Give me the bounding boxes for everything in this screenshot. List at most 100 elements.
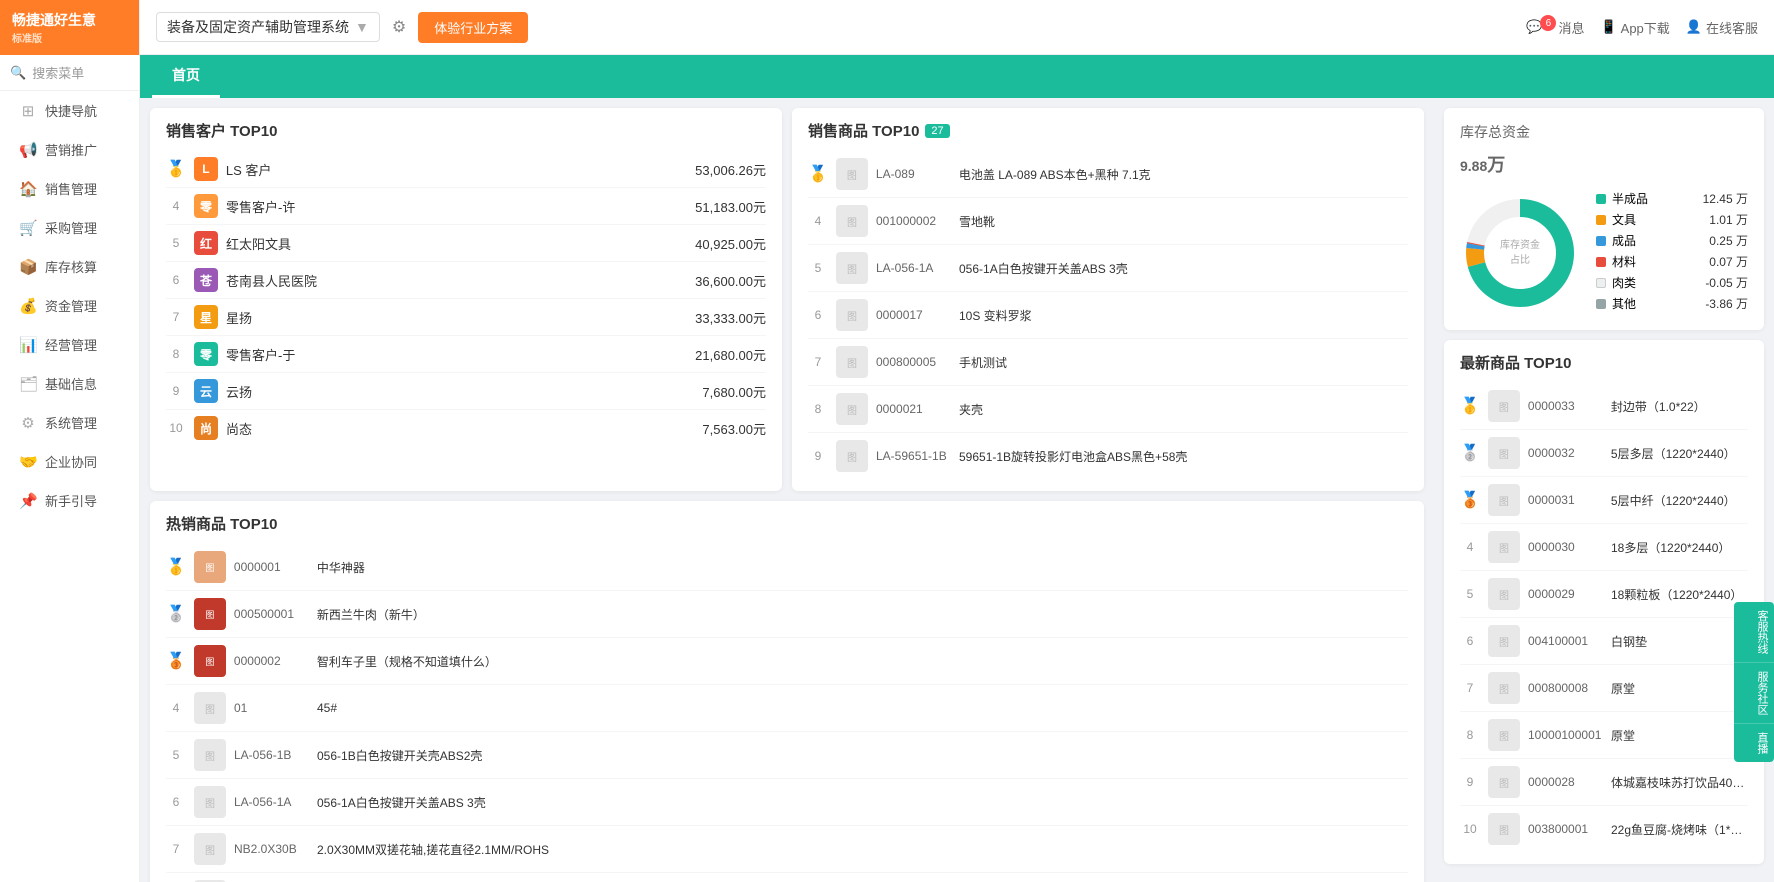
system-name-selector[interactable]: 装备及固定资产辅助管理系统 ▼ xyxy=(156,12,380,42)
sidebar-item-jichu[interactable]: 🗂 基础信息 xyxy=(0,364,139,403)
inventory-donut-chart: 库存资金 占比 xyxy=(1460,193,1580,313)
new-name-6: 白钢垫 xyxy=(1611,633,1748,650)
new-code-5: 0000029 xyxy=(1528,587,1603,601)
customer-row-8: 8 零 零售客户-于 21,680.00元 xyxy=(166,336,766,373)
sidebar-item-qiye[interactable]: 🤝 企业协同 xyxy=(0,442,139,481)
hot-row-3: 🥉 图 0000002 智利车子里（规格不知道填什么） xyxy=(166,638,1408,685)
sidebar-item-xiaoshou[interactable]: 🏠 销售管理 xyxy=(0,169,139,208)
legend-value-chengp: 0.25 万 xyxy=(1693,232,1748,249)
float-btn-live[interactable]: 直播 xyxy=(1734,724,1774,762)
new-rank-6: 6 xyxy=(1460,634,1480,648)
customer-name-4: 零售客户-许 xyxy=(226,197,687,216)
new-name-3: 5层中纤（1220*2440） xyxy=(1611,492,1748,509)
hot-name-4: 45# xyxy=(317,701,1408,715)
online-service[interactable]: 👤 在线客服 xyxy=(1686,18,1758,37)
float-btn-service[interactable]: 客服热线 xyxy=(1734,602,1774,663)
new-code-2: 0000032 xyxy=(1528,446,1603,460)
sidebar-item-xitong[interactable]: ⚙ 系统管理 xyxy=(0,403,139,442)
hot-name-6: 056-1A白色按键开关盖ABS 3壳 xyxy=(317,794,1408,811)
sidebar-label-xitong: 系统管理 xyxy=(45,413,97,432)
rank-7: 7 xyxy=(166,310,186,324)
customer-amount-1: 53,006.26元 xyxy=(695,160,766,179)
customer-name-7: 星扬 xyxy=(226,308,687,327)
hot-row-2: 🥈 图 000500001 新西兰牛肉（新牛） xyxy=(166,591,1408,638)
svg-text:占比: 占比 xyxy=(1510,253,1530,266)
sidebar-item-kuaijie[interactable]: ⊞ 快捷导航 xyxy=(0,91,139,130)
search-icon: 🔍 xyxy=(10,65,26,81)
scroll-product-code-7: 000800005 xyxy=(876,355,951,369)
scroll-product-code-6: 0000017 xyxy=(876,308,951,322)
app-download[interactable]: 📱 App下载 xyxy=(1600,18,1669,37)
scroll-rank-5: 5 xyxy=(808,261,828,275)
scroll-product-row-4: 4 图 001000002 雪地靴 xyxy=(808,198,1408,245)
customer-amount-7: 33,333.00元 xyxy=(695,308,766,327)
sidebar-item-yingxiao[interactable]: 📢 营销推广 xyxy=(0,130,139,169)
hot-code-5: LA-056-1B xyxy=(234,748,309,762)
new-rank-9: 9 xyxy=(1460,775,1480,789)
new-code-1: 0000033 xyxy=(1528,399,1603,413)
search-menu[interactable]: 🔍 搜索菜单 xyxy=(0,55,139,91)
topbar: 装备及固定资产辅助管理系统 ▼ ⚙ 体验行业方案 💬 6 消息 📱 App下载 … xyxy=(140,0,1774,55)
sidebar-item-zijin[interactable]: 💰 资金管理 xyxy=(0,286,139,325)
hot-row-7: 7 图 NB2.0X30B 2.0X30MM双搓花轴,搓花直径2.1MM/ROH… xyxy=(166,826,1408,873)
legend-value-bancp: 12.45 万 xyxy=(1693,190,1748,207)
sidebar-item-caigou[interactable]: 🛒 采购管理 xyxy=(0,208,139,247)
scroll-product-name-8: 夹壳 xyxy=(959,401,1408,418)
nav-tabs: 首页 xyxy=(140,55,1774,98)
scroll-product-name-4: 雪地靴 xyxy=(959,213,1408,230)
tab-home-label: 首页 xyxy=(172,67,200,83)
customer-name-5: 红太阳文具 xyxy=(226,234,687,253)
scroll-product-row-6: 6 图 0000017 10S 变料罗浆 xyxy=(808,292,1408,339)
sidebar-item-jingying[interactable]: 📊 经营管理 xyxy=(0,325,139,364)
rank-4: 4 xyxy=(166,199,186,213)
new-rank-4: 4 xyxy=(1460,540,1480,554)
new-row-3: 🥉 图 0000031 5层中纤（1220*2440） xyxy=(1460,477,1748,524)
hot-name-2: 新西兰牛肉（新牛） xyxy=(317,606,1408,623)
scroll-rank-9: 9 xyxy=(808,449,828,463)
sidebar-label-qiye: 企业协同 xyxy=(45,452,97,471)
scroll-product-code-5: LA-056-1A xyxy=(876,261,951,275)
new-name-5: 18颗粒板（1220*2440） xyxy=(1611,586,1748,603)
new-rank-5: 5 xyxy=(1460,587,1480,601)
tab-home[interactable]: 首页 xyxy=(152,55,220,98)
new-name-9: 体城嘉枝味苏打饮品400毫升（1*15） xyxy=(1611,774,1748,791)
hot-rank-7: 7 xyxy=(166,842,186,856)
scroll-product-code-8: 0000021 xyxy=(876,402,951,416)
new-img-4: 图 xyxy=(1488,531,1520,563)
customer-badge-8: 零 xyxy=(194,342,218,366)
legend-label-bancp: 半成品 xyxy=(1612,190,1687,207)
hot-code-7: NB2.0X30B xyxy=(234,842,309,856)
sidebar-label-zijin: 资金管理 xyxy=(45,296,97,315)
customer-row-7: 7 星 星扬 33,333.00元 xyxy=(166,299,766,336)
trial-button[interactable]: 体验行业方案 xyxy=(418,12,528,43)
messages-section[interactable]: 💬 6 消息 xyxy=(1526,18,1584,37)
gear-icon[interactable]: ⚙ xyxy=(392,17,406,37)
sidebar-label-kucun: 库存核算 xyxy=(45,257,97,276)
new-medal-3: 🥉 xyxy=(1460,490,1480,510)
customer-amount-10: 7,563.00元 xyxy=(702,419,766,438)
inventory-summary-panel: 库存总资金 9.88万 xyxy=(1444,108,1764,330)
sidebar-label-yingxiao: 营销推广 xyxy=(45,140,97,159)
customer-row-10: 10 尚 尚态 7,563.00元 xyxy=(166,410,766,446)
hot-img-6: 图 xyxy=(194,786,226,818)
sidebar-item-xinshou[interactable]: 📌 新手引导 xyxy=(0,481,139,520)
hot-products-panel: 热销商品 TOP10 🥇 图 0000001 中华神器 🥈 图 00050000… xyxy=(150,501,1424,882)
sidebar: 畅捷通好生意 标准版 🔍 搜索菜单 ⊞ 快捷导航 📢 营销推广 🏠 销售管理 🛒… xyxy=(0,0,140,882)
sidebar-label-caigou: 采购管理 xyxy=(45,218,97,237)
float-btn-community[interactable]: 服务社区 xyxy=(1734,663,1774,724)
scroll-rank-4: 4 xyxy=(808,214,828,228)
legend-label-wenju: 文具 xyxy=(1612,211,1687,228)
legend-label-cailiao: 材料 xyxy=(1612,253,1687,270)
scroll-product-row-1: 🥇 图 LA-089 电池盖 LA-089 ABS本色+黑种 7.1克 xyxy=(808,151,1408,198)
sidebar-label-jingying: 经营管理 xyxy=(45,335,97,354)
rank-5: 5 xyxy=(166,236,186,250)
inventory-icon: 📦 xyxy=(19,258,37,276)
new-medal-2: 🥈 xyxy=(1460,443,1480,463)
scroll-product-row-9: 9 图 LA-59651-1B 59651-1B旋转投影灯电池盒ABS黑色+58… xyxy=(808,433,1408,479)
logo-sub-text: 标准版 xyxy=(12,30,42,45)
scroll-product-img-1: 图 xyxy=(836,158,868,190)
newest-products-header: 最新商品 TOP10 xyxy=(1460,352,1748,373)
sidebar-item-kucun[interactable]: 📦 库存核算 xyxy=(0,247,139,286)
hot-code-1: 0000001 xyxy=(234,560,309,574)
inventory-title: 库存总资金 xyxy=(1460,122,1748,142)
